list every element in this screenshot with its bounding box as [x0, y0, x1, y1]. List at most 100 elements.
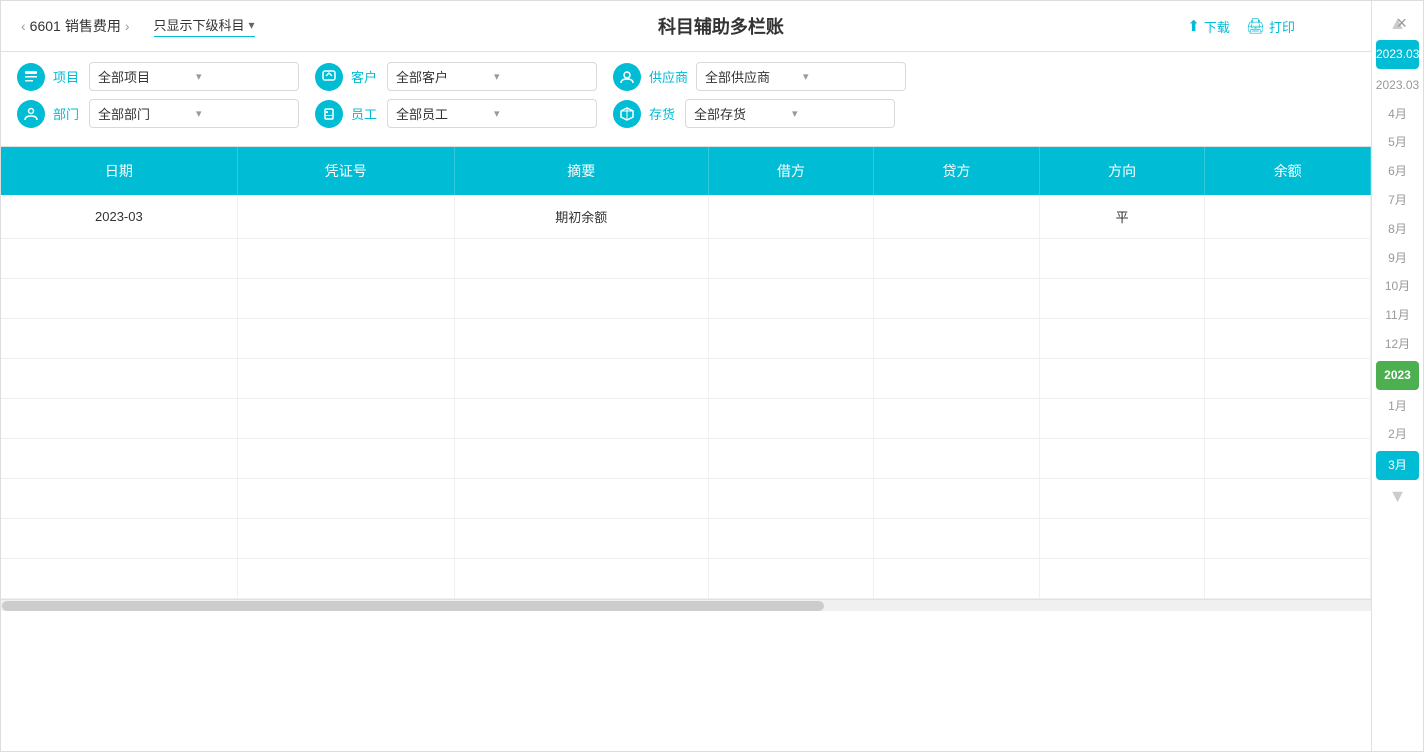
- sidebar-item-9[interactable]: 9月: [1372, 244, 1423, 273]
- sidebar-item-2023-03-top[interactable]: 2023.03: [1376, 40, 1419, 69]
- cell-voucher: [237, 195, 454, 239]
- cell-balance: [1205, 195, 1371, 239]
- table-header-row: 日期 凭证号 摘要 借方 贷方 方向 余额: [1, 147, 1371, 195]
- project-arrow-icon: ▾: [196, 70, 290, 83]
- department-icon: [17, 100, 45, 128]
- supplier-arrow-icon: ▾: [803, 70, 897, 83]
- filter-project: 项目 全部项目 ▾: [17, 62, 299, 91]
- employee-select[interactable]: 全部员工 ▾: [387, 99, 597, 128]
- scroll-thumb[interactable]: [2, 601, 824, 611]
- next-account-btn[interactable]: ›: [121, 16, 134, 36]
- filter-customer: 客户 全部客户 ▾: [315, 62, 597, 91]
- sidebar-item-3-active[interactable]: 3月: [1376, 451, 1419, 480]
- employee-icon: [315, 100, 343, 128]
- filter-employee: 员工 全部员工 ▾: [315, 99, 597, 128]
- table-row-empty-9: [1, 559, 1371, 599]
- inventory-arrow-icon: ▾: [792, 107, 886, 120]
- employee-arrow-icon: ▾: [494, 107, 588, 120]
- right-sidebar: ▲ 2023.03 2023.03 4月 5月 6月 7月 8月 9月 10月 …: [1371, 1, 1423, 752]
- table-row-empty-5: [1, 399, 1371, 439]
- table-row-empty-6: [1, 439, 1371, 479]
- col-voucher: 凭证号: [237, 147, 454, 195]
- customer-value: 全部客户: [396, 67, 490, 86]
- inventory-icon: [613, 100, 641, 128]
- col-date: 日期: [1, 147, 237, 195]
- department-arrow-icon: ▾: [196, 107, 290, 120]
- supplier-select[interactable]: 全部供应商 ▾: [696, 62, 906, 91]
- supplier-value: 全部供应商: [705, 67, 799, 86]
- table-wrapper: 日期 凭证号 摘要 借方 贷方 方向 余额 2023-03: [1, 147, 1371, 611]
- filter-row-2: 部门 全部部门 ▾ 员工 全部员工 ▾: [17, 99, 1355, 128]
- inventory-value: 全部存货: [694, 104, 788, 123]
- filter-supplier: 供应商 全部供应商 ▾: [613, 62, 906, 91]
- sidebar-item-2[interactable]: 2月: [1372, 420, 1423, 449]
- filter-area: 项目 全部项目 ▾ 客户 全部客户 ▾: [1, 52, 1371, 147]
- cell-debit: [708, 195, 874, 239]
- header: ‹ 6601 销售费用 › 只显示下级科目 ▾ 科目辅助多栏账 ⬆ 下载 🖨: [1, 1, 1371, 52]
- project-icon: [17, 63, 45, 91]
- sidebar-item-10[interactable]: 10月: [1372, 272, 1423, 301]
- ledger-table: 日期 凭证号 摘要 借方 贷方 方向 余额 2023-03: [1, 147, 1371, 599]
- download-label: 下载: [1204, 17, 1230, 36]
- cell-date: 2023-03: [1, 195, 237, 239]
- print-label: 打印: [1269, 17, 1295, 36]
- col-debit: 借方: [708, 147, 874, 195]
- sidebar-item-7[interactable]: 7月: [1372, 186, 1423, 215]
- sidebar-item-5[interactable]: 5月: [1372, 128, 1423, 157]
- sidebar-item-8[interactable]: 8月: [1372, 215, 1423, 244]
- project-select[interactable]: 全部项目 ▾: [89, 62, 299, 91]
- filter-row-1: 项目 全部项目 ▾ 客户 全部客户 ▾: [17, 62, 1355, 91]
- cell-summary: 期初余额: [454, 195, 708, 239]
- sidebar-item-6[interactable]: 6月: [1372, 157, 1423, 186]
- table-row-empty-3: [1, 319, 1371, 359]
- table-container[interactable]: 日期 凭证号 摘要 借方 贷方 方向 余额 2023-03: [1, 147, 1371, 599]
- sidebar-item-1[interactable]: 1月: [1372, 392, 1423, 421]
- cell-credit: [874, 195, 1040, 239]
- table-row-empty-4: [1, 359, 1371, 399]
- customer-icon: [315, 63, 343, 91]
- department-label: 部门: [53, 104, 81, 123]
- sidebar-item-4[interactable]: 4月: [1372, 100, 1423, 129]
- header-actions: ⬆ 下载 🖨 打印: [1187, 17, 1295, 36]
- customer-select[interactable]: 全部客户 ▾: [387, 62, 597, 91]
- customer-label: 客户: [351, 67, 379, 86]
- filter-inventory: 存货 全部存货 ▾: [613, 99, 895, 128]
- col-balance: 余额: [1205, 147, 1371, 195]
- show-sub-label: 只显示下级科目: [154, 15, 245, 34]
- sidebar-item-2023-03[interactable]: 2023.03: [1372, 71, 1423, 100]
- sidebar-down-btn[interactable]: ▼: [1385, 482, 1411, 511]
- supplier-label: 供应商: [649, 67, 688, 86]
- col-direction: 方向: [1039, 147, 1205, 195]
- sidebar-item-11[interactable]: 11月: [1372, 301, 1423, 330]
- table-row: 2023-03 期初余额 平: [1, 195, 1371, 239]
- sidebar-item-12[interactable]: 12月: [1372, 330, 1423, 359]
- project-value: 全部项目: [98, 67, 192, 86]
- customer-arrow-icon: ▾: [494, 70, 588, 83]
- department-value: 全部部门: [98, 104, 192, 123]
- account-info: 6601 销售费用: [30, 16, 121, 36]
- main-window: ▲ 2023.03 2023.03 4月 5月 6月 7月 8月 9月 10月 …: [0, 0, 1424, 752]
- table-row-empty-2: [1, 279, 1371, 319]
- inventory-label: 存货: [649, 104, 677, 123]
- show-sub-toggle[interactable]: 只显示下级科目 ▾: [154, 15, 255, 37]
- close-btn[interactable]: ×: [1396, 13, 1407, 34]
- account-code-text: 6601: [30, 18, 61, 34]
- project-label: 项目: [53, 67, 81, 86]
- download-icon: ⬆: [1187, 17, 1200, 35]
- supplier-icon: [613, 63, 641, 91]
- inventory-select[interactable]: 全部存货 ▾: [685, 99, 895, 128]
- table-row-empty-1: [1, 239, 1371, 279]
- account-name-text: 销售费用: [65, 16, 121, 36]
- table-row-empty-8: [1, 519, 1371, 559]
- print-btn[interactable]: 🖨 打印: [1246, 17, 1295, 36]
- page-title: 科目辅助多栏账: [255, 13, 1188, 39]
- download-btn[interactable]: ⬆ 下载: [1187, 17, 1230, 36]
- table-row-empty-7: [1, 479, 1371, 519]
- sidebar-item-year-2023[interactable]: 2023: [1376, 361, 1419, 390]
- department-select[interactable]: 全部部门 ▾: [89, 99, 299, 128]
- print-icon: 🖨: [1246, 17, 1265, 35]
- filter-department: 部门 全部部门 ▾: [17, 99, 299, 128]
- prev-account-btn[interactable]: ‹: [17, 16, 30, 36]
- horizontal-scrollbar[interactable]: [1, 599, 1371, 611]
- employee-label: 员工: [351, 104, 379, 123]
